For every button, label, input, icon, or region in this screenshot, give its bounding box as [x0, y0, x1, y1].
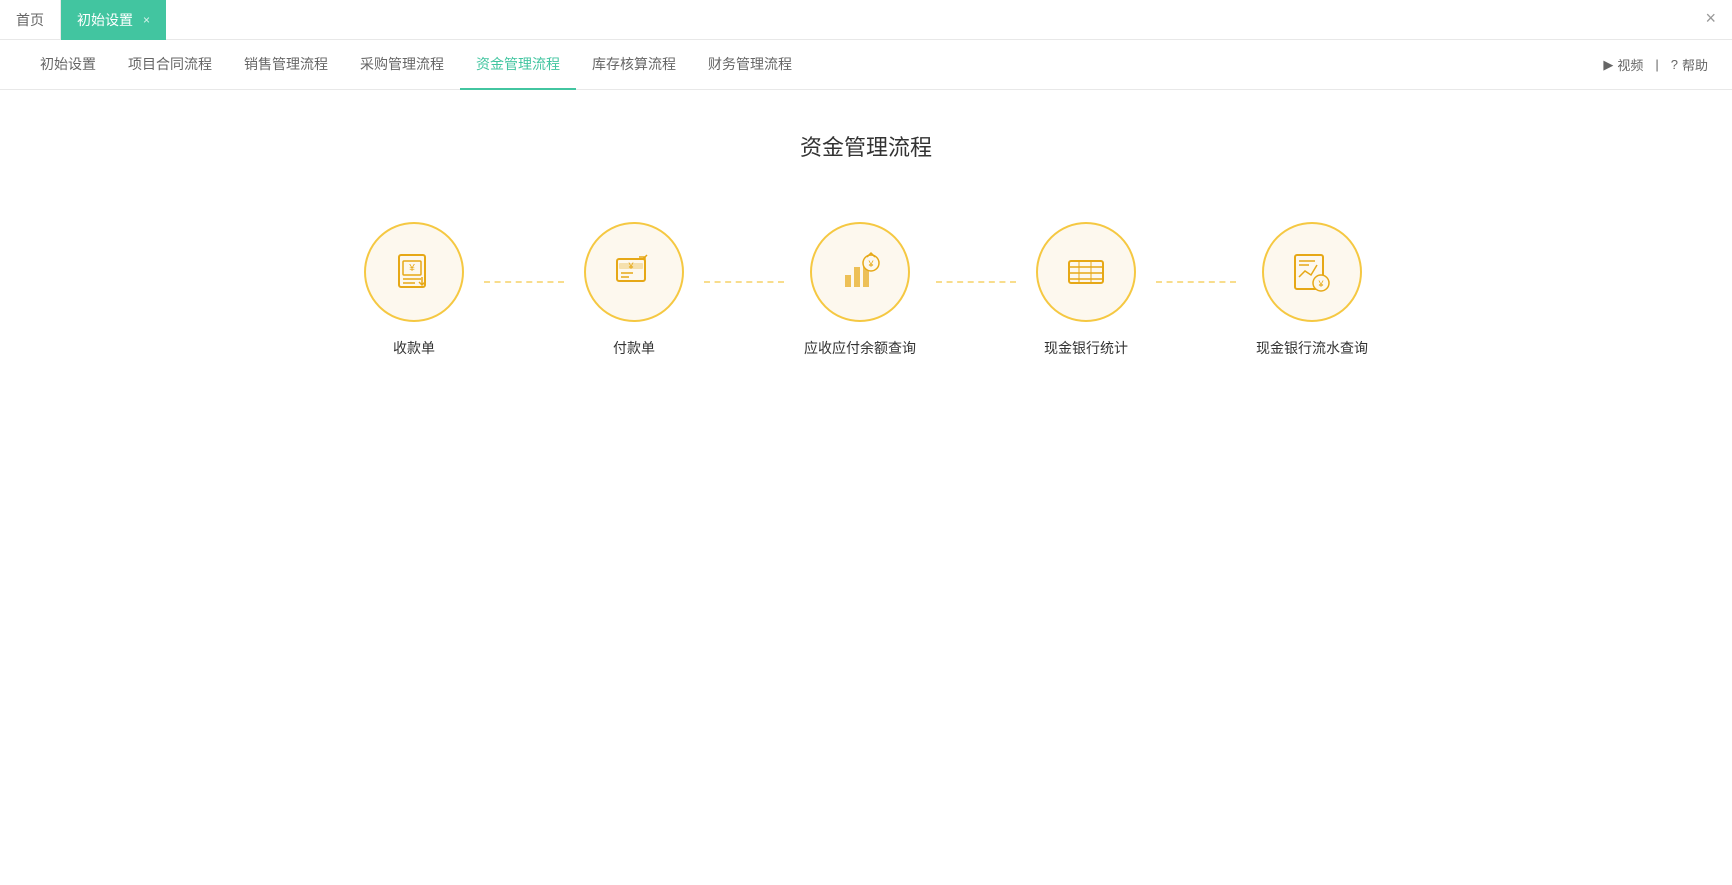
payment-icon: ¥ — [609, 247, 659, 297]
nav-item-inventory[interactable]: 库存核算流程 — [576, 40, 692, 90]
nav-item-fund[interactable]: 资金管理流程 — [460, 40, 576, 90]
flow-item-payment[interactable]: ¥ 付款单 — [584, 222, 684, 358]
payment-icon-wrapper: ¥ — [584, 222, 684, 322]
home-tab[interactable]: 首页 — [0, 0, 61, 40]
top-bar: 首页 初始设置 × — [0, 0, 1732, 40]
nav-item-purchase[interactable]: 采购管理流程 — [344, 40, 460, 90]
video-label: 视频 — [1617, 55, 1643, 74]
nav-bar-right: ▶ 视频 | ? 帮助 — [1603, 55, 1708, 74]
nav-separator: | — [1655, 57, 1658, 72]
flow-item-transaction[interactable]: ¥ 现金银行流水查询 — [1256, 222, 1368, 358]
transaction-label: 现金银行流水查询 — [1256, 338, 1368, 358]
window-close-button[interactable]: × — [1705, 8, 1716, 29]
active-tab[interactable]: 初始设置 × — [61, 0, 166, 40]
nav-bar: 初始设置 项目合同流程 销售管理流程 采购管理流程 资金管理流程 库存核算流程 … — [0, 40, 1732, 90]
cashbank-label: 现金银行统计 — [1044, 338, 1128, 358]
nav-item-init[interactable]: 初始设置 — [24, 40, 112, 90]
nav-item-sales[interactable]: 销售管理流程 — [228, 40, 344, 90]
svg-text:¥: ¥ — [627, 261, 634, 271]
receipt-label: 收款单 — [393, 338, 435, 358]
help-icon: ? — [1671, 57, 1678, 72]
nav-item-project[interactable]: 项目合同流程 — [112, 40, 228, 90]
connector-1 — [464, 281, 584, 283]
flow-item-cashbank[interactable]: 现金银行统计 — [1036, 222, 1136, 358]
cashbank-icon-wrapper — [1036, 222, 1136, 322]
video-link[interactable]: ▶ 视频 — [1603, 55, 1643, 74]
flow-item-balance[interactable]: ¥ 应收应付余额查询 — [804, 222, 916, 358]
video-icon: ▶ — [1603, 57, 1613, 73]
transaction-icon: ¥ — [1287, 247, 1337, 297]
connector-3 — [916, 281, 1036, 283]
transaction-icon-wrapper: ¥ — [1262, 222, 1362, 322]
svg-text:¥: ¥ — [408, 263, 415, 274]
svg-text:¥: ¥ — [867, 259, 874, 269]
balance-icon: ¥ — [835, 247, 885, 297]
flow-item-receipt[interactable]: ¥ 收款单 — [364, 222, 464, 358]
flow-container: ¥ 收款单 ¥ — [364, 222, 1368, 358]
tab-close-icon[interactable]: × — [143, 13, 150, 27]
main-content: 资金管理流程 ¥ 收款单 — [0, 90, 1732, 398]
receipt-icon: ¥ — [389, 247, 439, 297]
balance-label: 应收应付余额查询 — [804, 338, 916, 358]
connector-2 — [684, 281, 804, 283]
home-label: 首页 — [16, 10, 44, 30]
nav-item-finance[interactable]: 财务管理流程 — [692, 40, 808, 90]
help-label: 帮助 — [1682, 55, 1708, 74]
help-link[interactable]: ? 帮助 — [1671, 55, 1708, 74]
balance-icon-wrapper: ¥ — [810, 222, 910, 322]
active-tab-label: 初始设置 — [77, 10, 133, 30]
receipt-icon-wrapper: ¥ — [364, 222, 464, 322]
connector-4 — [1136, 281, 1256, 283]
payment-label: 付款单 — [613, 338, 655, 358]
cashbank-icon — [1061, 247, 1111, 297]
svg-text:¥: ¥ — [1317, 279, 1324, 289]
page-title: 资金管理流程 — [800, 130, 932, 162]
